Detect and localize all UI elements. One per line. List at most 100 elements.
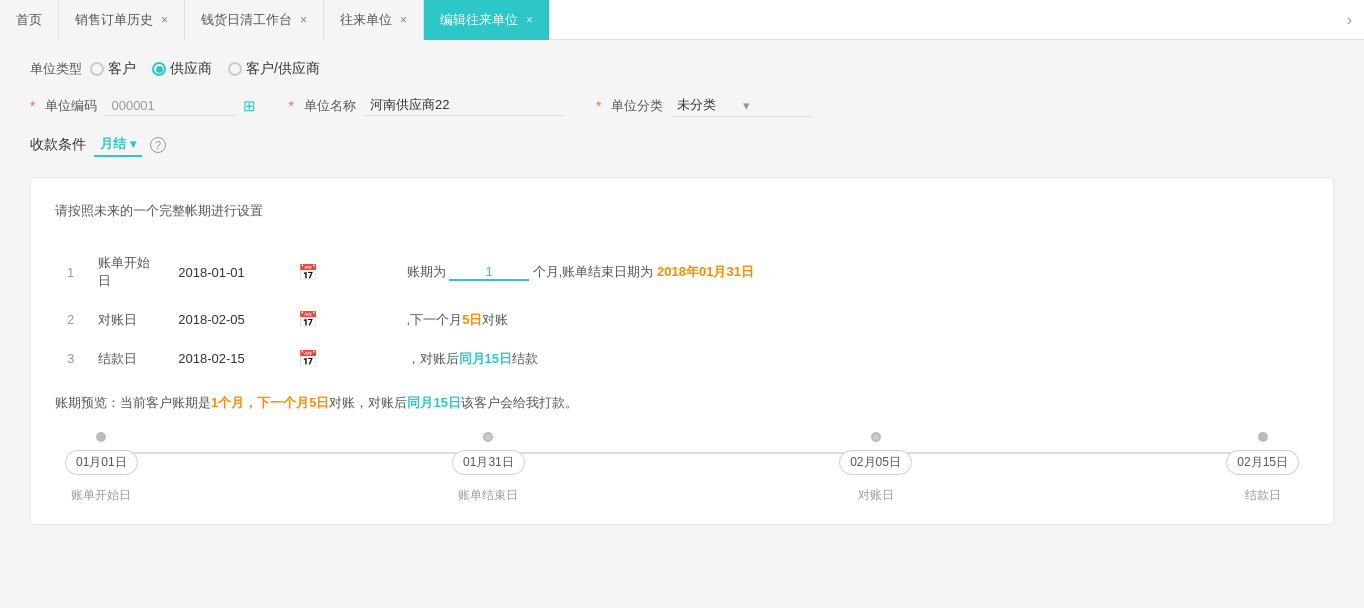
radio-supplier-circle [152,62,166,76]
tab-cashflow-label: 钱货日清工作台 [201,11,292,29]
tab-edit-partner[interactable]: 编辑往来单位 × [424,0,550,40]
date-value-1: 2018-01-01 [166,244,286,300]
preview-part2: 下一个月5日 [257,395,329,410]
period-cell: 账期为 个月,账单结束日期为 2018年01月31日 [395,244,1309,300]
timeline-point-3: 02月15日 结款日 [1226,432,1299,504]
tl-badge-1: 01月31日 [452,450,525,475]
payment-end: 结款 [512,351,538,366]
tl-label-2: 对账日 [858,487,894,504]
content-area: 单位类型 客户 供应商 客户/供应商 * 单位编码 [0,40,1364,608]
tl-label-1: 账单结束日 [458,487,518,504]
radio-both-circle [228,62,242,76]
timeline-point-1: 01月31日 账单结束日 [452,432,525,504]
radio-supplier[interactable]: 供应商 [152,60,212,78]
tab-sales-history[interactable]: 销售订单历史 × [59,0,185,40]
unit-category-label: 单位分类 [611,97,663,115]
payment-before: ，对账后 [407,351,459,366]
tab-sales-history-close[interactable]: × [161,13,168,27]
date-value-3: 2018-02-15 [166,339,286,378]
unit-code-input[interactable] [105,96,235,116]
radio-customer-label: 客户 [108,60,136,78]
settings-table: 1 账单开始日 2018-01-01 📅 账期为 个月,账单结束日期为 2018… [55,244,1309,378]
row-num-1: 1 [55,244,86,300]
radio-customer-circle [90,62,104,76]
cal-cell-3: 📅 [286,339,394,378]
tl-badge-2: 02月05日 [839,450,912,475]
tl-dot-1 [483,432,493,442]
unit-category-field: * 单位分类 未分类 ▾ [596,94,811,117]
table-row-start: 1 账单开始日 2018-01-01 📅 账期为 个月,账单结束日期为 2018… [55,244,1309,300]
tab-edit-partner-label: 编辑往来单位 [440,11,518,29]
timeline-point-2: 02月05日 对账日 [839,432,912,504]
unit-info-row: * 单位编码 ⊞ * 单位名称 * 单位分类 未分类 ▾ [30,94,1334,117]
reconcile-before: ,下一个月 [407,312,463,327]
unit-code-required: * [30,98,35,114]
unit-category-select[interactable]: 未分类 ▾ [671,94,811,117]
radio-customer[interactable]: 客户 [90,60,136,78]
tab-home[interactable]: 首页 [0,0,59,40]
period-input[interactable] [449,264,529,281]
period-after: 个月,账单结束日期为 [533,264,654,279]
period-highlight: 2018年01月31日 [657,264,754,279]
tab-home-label: 首页 [16,11,42,29]
unit-name-required: * [288,98,293,114]
date-value-2: 2018-02-05 [166,300,286,339]
payment-select[interactable]: 月结 ▾ [94,133,142,157]
payment-help-icon[interactable]: ? [150,137,166,153]
payment-suffix: ，对账后同月15日结款 [395,339,1309,378]
tl-dot-3 [1258,432,1268,442]
tl-dot-2 [871,432,881,442]
row-label-3: 结款日 [86,339,166,378]
payment-row: 收款条件 月结 ▾ ? [30,133,1334,157]
radio-both[interactable]: 客户/供应商 [228,60,320,78]
unit-category-value: 未分类 [677,96,739,114]
tl-dot-0 [96,432,106,442]
unit-type-radio-group: 客户 供应商 客户/供应商 [90,60,320,78]
tl-badge-3: 02月15日 [1226,450,1299,475]
preview-part3: 对账，对账后 [329,395,407,410]
tab-partner-label: 往来单位 [340,11,392,29]
preview-text: 账期预览：当前客户账期是1个月，下一个月5日对账，对账后同月15日该客户会给我打… [55,394,1309,412]
payment-day: 同月15日 [459,351,512,366]
calendar-icon-2[interactable]: 📅 [298,311,318,328]
unit-category-arrow: ▾ [743,98,805,113]
tl-badge-0: 01月01日 [65,450,138,475]
card-title: 请按照未来的一个完整帐期进行设置 [55,202,1309,220]
tab-partner[interactable]: 往来单位 × [324,0,424,40]
unit-name-label: 单位名称 [304,97,356,115]
preview-part4: 同月15日 [407,395,460,410]
payment-value: 月结 [100,135,126,153]
reconcile-day: 5日 [462,312,482,327]
period-before: 账期为 [407,264,446,279]
unit-name-field: * 单位名称 [288,96,563,116]
calendar-icon-3[interactable]: 📅 [298,350,318,367]
unit-type-label: 单位类型 [30,60,82,78]
tabs-bar: 首页 销售订单历史 × 钱货日清工作台 × 往来单位 × 编辑往来单位 × › [0,0,1364,40]
tab-cashflow-close[interactable]: × [300,13,307,27]
calendar-icon-1[interactable]: 📅 [298,264,318,281]
cal-cell-1: 📅 [286,244,394,300]
preview-part5: 该客户会给我打款。 [461,395,578,410]
unit-cat-required: * [596,98,601,114]
reconcile-suffix: ,下一个月5日对账 [395,300,1309,339]
copy-icon[interactable]: ⊞ [243,97,256,115]
tab-partner-close[interactable]: × [400,13,407,27]
timeline-point-0: 01月01日 账单开始日 [65,432,138,504]
tab-edit-partner-close[interactable]: × [526,13,533,27]
unit-name-input[interactable] [364,96,564,116]
help-text: ? [155,139,161,151]
cal-cell-2: 📅 [286,300,394,339]
tab-sales-history-label: 销售订单历史 [75,11,153,29]
tabs-more-button[interactable]: › [1335,11,1364,29]
reconcile-end: 对账 [482,312,508,327]
table-row-reconcile: 2 对账日 2018-02-05 📅 ,下一个月5日对账 [55,300,1309,339]
tl-label-3: 结款日 [1245,487,1281,504]
unit-code-label: 单位编码 [45,97,97,115]
radio-supplier-label: 供应商 [170,60,212,78]
payment-label: 收款条件 [30,136,86,154]
preview-part1: 1个月， [211,395,257,410]
table-row-payment: 3 结款日 2018-02-15 📅 ，对账后同月15日结款 [55,339,1309,378]
tab-cashflow[interactable]: 钱货日清工作台 × [185,0,324,40]
row-num-2: 2 [55,300,86,339]
row-label-1: 账单开始日 [86,244,166,300]
